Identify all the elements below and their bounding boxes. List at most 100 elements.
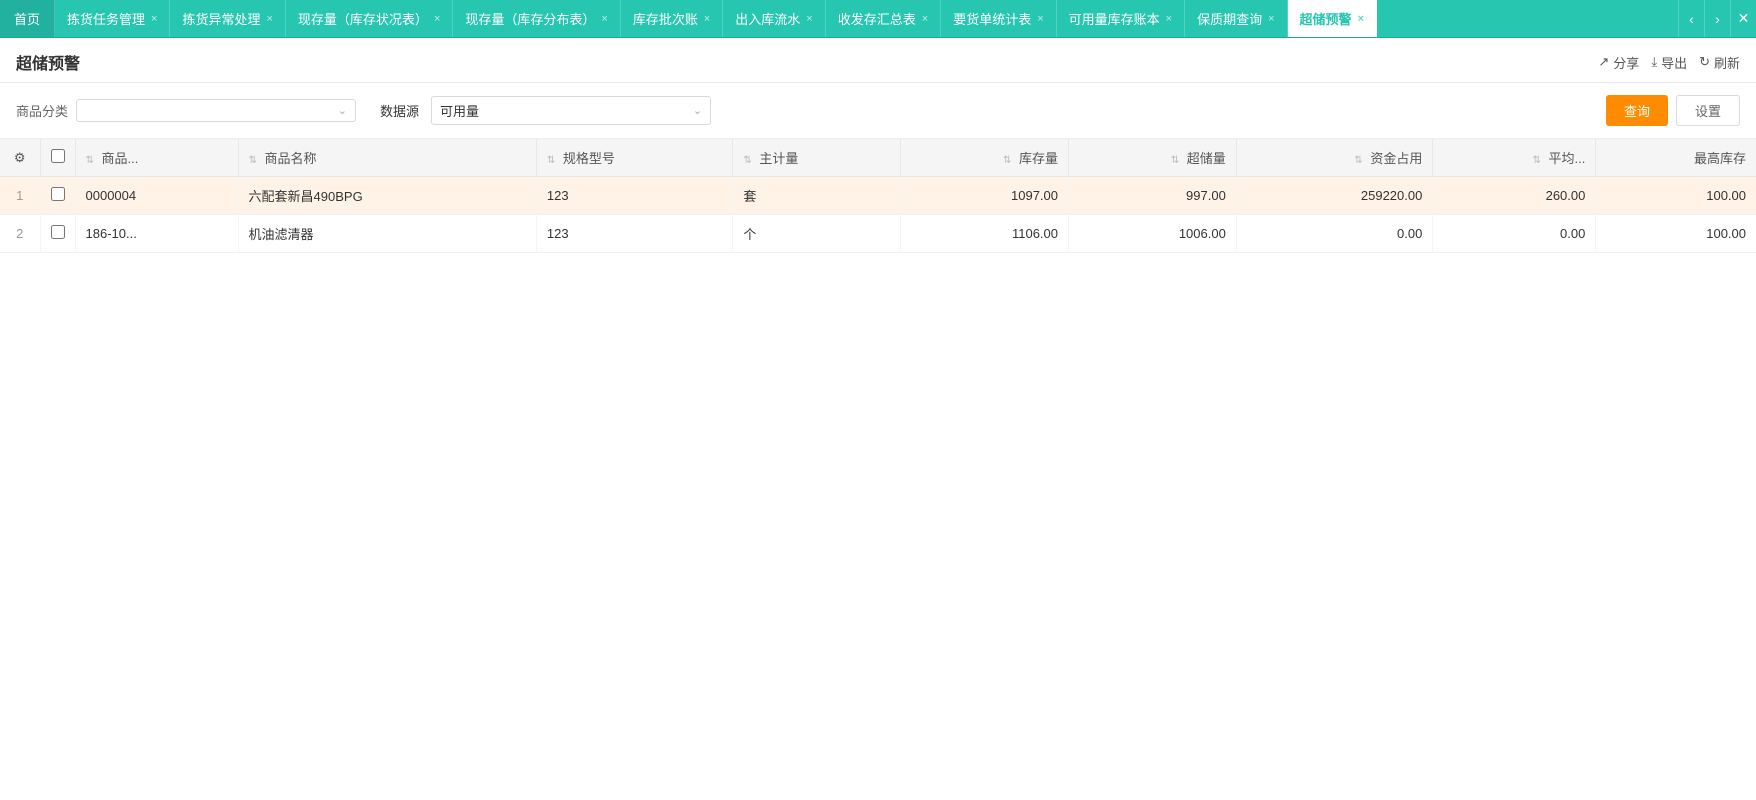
row-avg: 260.00 <box>1433 177 1596 215</box>
row-num: 1 <box>0 177 40 215</box>
nav-item-available-ledger[interactable]: 可用量库存账本× <box>1057 0 1185 37</box>
col-sku-code-label: 商品... <box>102 151 139 166</box>
row-sku-name: 机油滤清器 <box>238 215 536 253</box>
sort-icon: ⇅ <box>547 155 555 166</box>
nav-close-inventory-status[interactable]: × <box>434 13 440 25</box>
row-checkbox[interactable] <box>51 187 65 201</box>
sort-icon: ⇅ <box>249 155 257 166</box>
col-unit-label: 主计量 <box>759 151 798 166</box>
nav-close-batch-account[interactable]: × <box>704 13 710 25</box>
query-button[interactable]: 查询 <box>1606 95 1668 126</box>
row-overstock: 1006.00 <box>1069 215 1237 253</box>
col-spec[interactable]: ⇅ 规格型号 <box>536 139 733 177</box>
top-navigation: 首页 拣货任务管理×拣货异常处理×现存量（库存状况表）×现存量（库存分布表）×库… <box>0 0 1756 38</box>
row-max-stock: 100.00 <box>1596 177 1756 215</box>
col-capital-label: 资金占用 <box>1370 151 1422 166</box>
share-label: 分享 <box>1613 53 1639 72</box>
col-spec-label: 规格型号 <box>563 151 615 166</box>
share-button[interactable]: ↗ 分享 <box>1598 53 1639 72</box>
nav-close-collect-summary[interactable]: × <box>922 13 928 25</box>
row-sku-name: 六配套新昌490BPG <box>238 177 536 215</box>
settings-button[interactable]: 设置 <box>1676 95 1740 126</box>
nav-item-overstock-warning[interactable]: 超储预警× <box>1288 0 1377 37</box>
col-checkbox-header[interactable] <box>40 139 75 177</box>
row-capital: 259220.00 <box>1236 177 1433 215</box>
row-checkbox-cell[interactable] <box>40 177 75 215</box>
col-stock[interactable]: ⇅ 库存量 <box>901 139 1069 177</box>
category-chevron-icon: ⌄ <box>338 104 347 117</box>
col-avg[interactable]: ⇅ 平均... <box>1433 139 1596 177</box>
export-button[interactable]: ⤓ 导出 <box>1651 53 1687 72</box>
nav-arrow-left[interactable]: ‹ <box>1678 0 1704 38</box>
row-spec: 123 <box>536 215 733 253</box>
datasource-label: 数据源 <box>380 101 419 120</box>
row-spec: 123 <box>536 177 733 215</box>
filter-actions: 查询 设置 <box>1606 95 1740 126</box>
row-sku-code: 186-10... <box>75 215 238 253</box>
refresh-icon: ↻ <box>1699 54 1710 70</box>
nav-item-inout-flow[interactable]: 出入库流水× <box>723 0 825 37</box>
category-select[interactable]: ⌄ <box>76 99 356 122</box>
datasource-filter-group: 数据源 可用量 ⌄ <box>380 96 711 125</box>
col-capital[interactable]: ⇅ 资金占用 <box>1236 139 1433 177</box>
nav-item-inventory-dist[interactable]: 现存量（库存分布表）× <box>453 0 620 37</box>
col-stock-label: 库存量 <box>1019 151 1058 166</box>
col-max-stock[interactable]: 最高库存 <box>1596 139 1756 177</box>
nav-arrows: ‹ › ✕ <box>1678 0 1756 38</box>
share-icon: ↗ <box>1598 54 1609 70</box>
sort-icon: ⇅ <box>1003 155 1011 166</box>
data-table: ⚙ ⇅ 商品... ⇅ 商品名称 ⇅ 规格型号 <box>0 139 1756 253</box>
row-unit: 个 <box>733 215 901 253</box>
nav-item-batch-account[interactable]: 库存批次账× <box>621 0 723 37</box>
filter-row: 商品分类 ⌄ 数据源 可用量 ⌄ 查询 设置 <box>0 83 1756 139</box>
nav-close-inventory-dist[interactable]: × <box>601 13 607 25</box>
nav-close-overstock-warning[interactable]: × <box>1358 13 1364 25</box>
nav-arrow-right[interactable]: › <box>1704 0 1730 38</box>
row-capital: 0.00 <box>1236 215 1433 253</box>
nav-home[interactable]: 首页 <box>0 0 55 37</box>
nav-close-task-mgmt[interactable]: × <box>151 13 157 25</box>
refresh-button[interactable]: ↻ 刷新 <box>1699 53 1740 72</box>
sort-icon: ⇅ <box>1171 155 1179 166</box>
datasource-chevron-icon: ⌄ <box>693 104 702 117</box>
nav-item-collect-summary[interactable]: 收发存汇总表× <box>826 0 941 37</box>
nav-item-abnormal[interactable]: 拣货异常处理× <box>170 0 285 37</box>
datasource-select[interactable]: 可用量 ⌄ <box>431 96 711 125</box>
col-max-stock-label: 最高库存 <box>1694 151 1746 166</box>
col-avg-label: 平均... <box>1549 151 1586 166</box>
select-all-checkbox[interactable] <box>51 149 65 163</box>
row-overstock: 997.00 <box>1069 177 1237 215</box>
nav-arrow-close[interactable]: ✕ <box>1730 0 1756 38</box>
refresh-label: 刷新 <box>1714 53 1740 72</box>
col-overstock[interactable]: ⇅ 超储量 <box>1069 139 1237 177</box>
nav-item-task-mgmt[interactable]: 拣货任务管理× <box>55 0 170 37</box>
row-stock: 1106.00 <box>901 215 1069 253</box>
export-label: 导出 <box>1661 53 1687 72</box>
sort-icon: ⇅ <box>1533 155 1541 166</box>
nav-close-abnormal[interactable]: × <box>266 13 272 25</box>
col-unit[interactable]: ⇅ 主计量 <box>733 139 901 177</box>
row-num: 2 <box>0 215 40 253</box>
export-icon: ⤓ <box>1651 54 1657 70</box>
row-stock: 1097.00 <box>901 177 1069 215</box>
nav-item-inventory-status[interactable]: 现存量（库存状况表）× <box>286 0 453 37</box>
row-sku-code: 0000004 <box>75 177 238 215</box>
row-checkbox-cell[interactable] <box>40 215 75 253</box>
nav-item-quality-check[interactable]: 保质期查询× <box>1185 0 1287 37</box>
row-avg: 0.00 <box>1433 215 1596 253</box>
col-sku-name[interactable]: ⇅ 商品名称 <box>238 139 536 177</box>
header-actions: ↗ 分享 ⤓ 导出 ↻ 刷新 <box>1598 53 1740 72</box>
col-sku-code[interactable]: ⇅ 商品... <box>75 139 238 177</box>
category-label: 商品分类 <box>16 101 68 120</box>
nav-item-order-stats[interactable]: 要货单统计表× <box>941 0 1056 37</box>
table-container: ⚙ ⇅ 商品... ⇅ 商品名称 ⇅ 规格型号 <box>0 139 1756 253</box>
row-checkbox[interactable] <box>51 225 65 239</box>
nav-close-quality-check[interactable]: × <box>1268 13 1274 25</box>
row-max-stock: 100.00 <box>1596 215 1756 253</box>
nav-close-available-ledger[interactable]: × <box>1166 13 1172 25</box>
page-header: 超储预警 ↗ 分享 ⤓ 导出 ↻ 刷新 <box>0 38 1756 83</box>
nav-close-inout-flow[interactable]: × <box>806 13 812 25</box>
sort-icon: ⇅ <box>1354 155 1362 166</box>
nav-close-order-stats[interactable]: × <box>1037 13 1043 25</box>
col-gear[interactable]: ⚙ <box>0 139 40 177</box>
